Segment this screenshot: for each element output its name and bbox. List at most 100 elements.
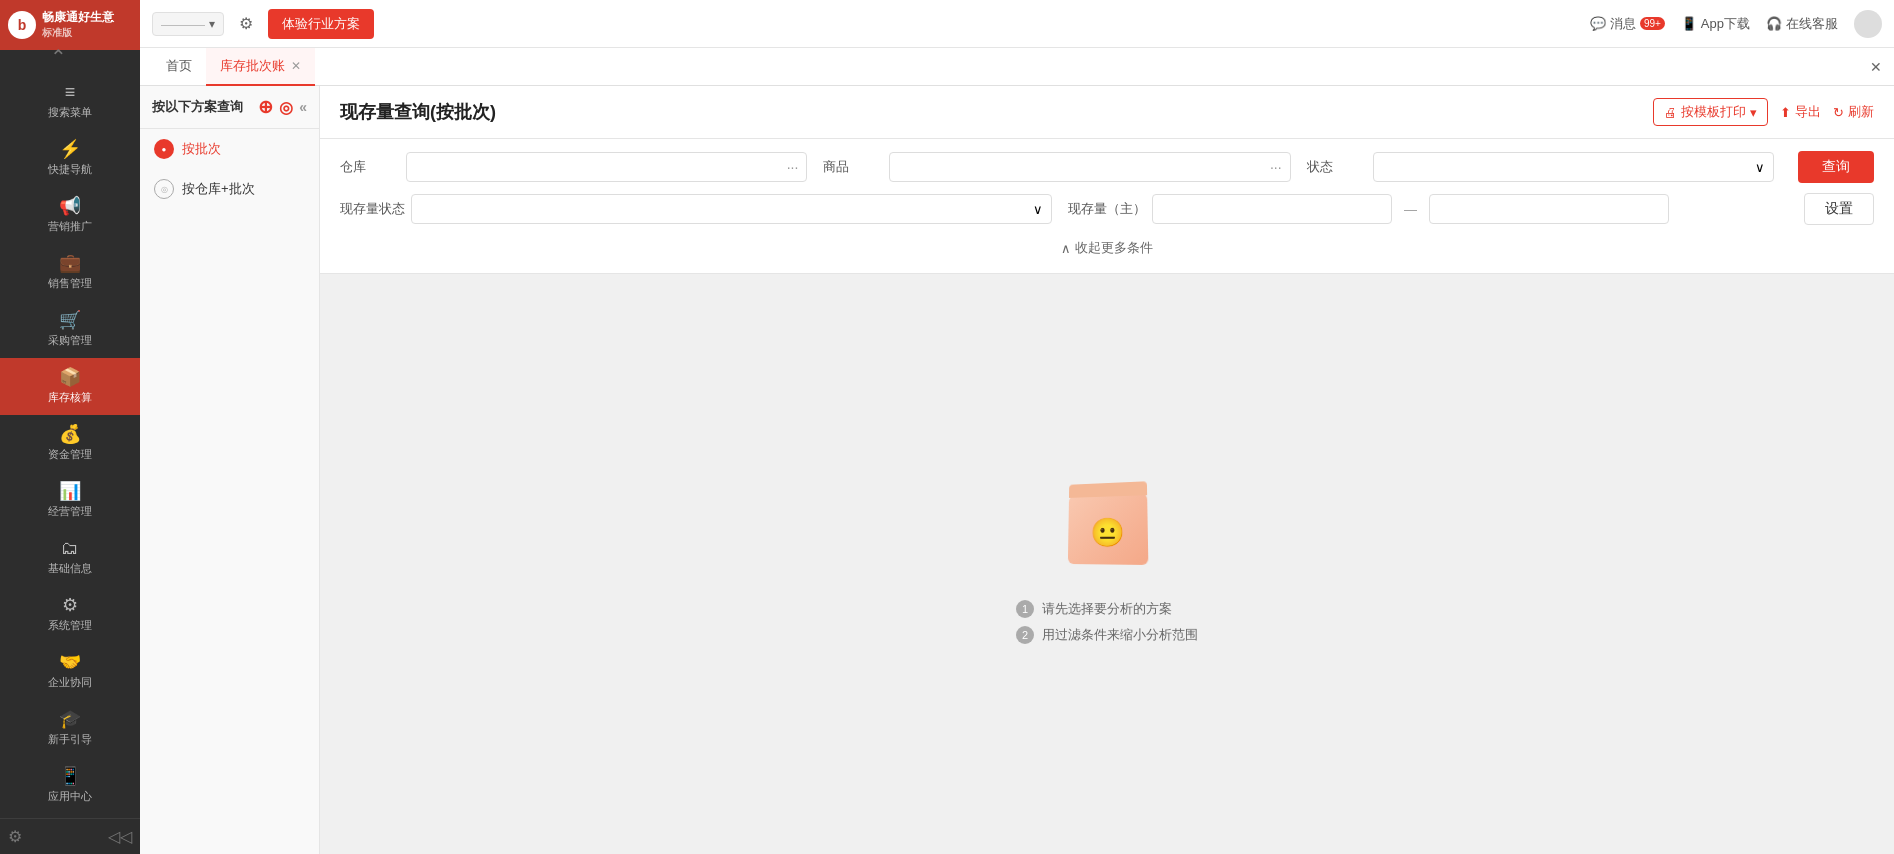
sidebar-item-finance[interactable]: 💰 资金管理 bbox=[0, 415, 140, 472]
app-download-label: App下载 bbox=[1701, 15, 1750, 33]
scheme-by-batch[interactable]: ● 按批次 bbox=[140, 129, 319, 169]
sidebar-item-search[interactable]: ≡ 搜索菜单 bbox=[0, 73, 140, 130]
refresh-icon: ↻ bbox=[1833, 105, 1844, 120]
right-panel: 现存量查询(按批次) 🖨 按模板打印 ▾ ⬆ 导出 ↻ 刷新 bbox=[320, 86, 1894, 854]
status-filter-select[interactable]: ∨ bbox=[1373, 152, 1774, 182]
sidebar-purchase-label: 采购管理 bbox=[48, 333, 92, 348]
sidebar-item-operations[interactable]: 📊 经营管理 bbox=[0, 472, 140, 529]
sidebar-item-newbie[interactable]: 🎓 新手引导 bbox=[0, 700, 140, 757]
settings-button[interactable]: 设置 bbox=[1804, 193, 1874, 225]
finance-icon: 💰 bbox=[59, 425, 81, 443]
breadcrumb-chevron-icon: ▾ bbox=[209, 17, 215, 31]
product-dots-icon[interactable]: ··· bbox=[1270, 159, 1282, 175]
breadcrumb-text: ———— bbox=[161, 18, 205, 30]
print-chevron-icon: ▾ bbox=[1750, 105, 1757, 120]
collapse-sidebar-icon[interactable]: ◁◁ bbox=[108, 827, 132, 846]
top-bar: ———— ▾ ⚙ 体验行业方案 💬 消息 99+ 📱 App下载 🎧 在线客服 bbox=[140, 0, 1894, 48]
inventory-qty-from-input[interactable] bbox=[1152, 194, 1392, 224]
sidebar-quick-nav-label: 快捷导航 bbox=[48, 162, 92, 177]
export-icon: ⬆ bbox=[1780, 105, 1791, 120]
sidebar-item-purchase[interactable]: 🛒 采购管理 bbox=[0, 301, 140, 358]
warehouse-filter-label: 仓库 bbox=[340, 158, 400, 176]
settings-footer-icon[interactable]: ⚙ bbox=[8, 827, 22, 846]
product-filter-field: 商品 ··· bbox=[823, 152, 1290, 182]
warehouse-dots-icon[interactable]: ··· bbox=[787, 159, 799, 175]
message-button[interactable]: 💬 消息 99+ bbox=[1590, 15, 1665, 33]
inventory-status-filter-field: 现存量状态 ∨ bbox=[340, 194, 1052, 224]
page-header: 现存量查询(按批次) 🖨 按模板打印 ▾ ⬆ 导出 ↻ 刷新 bbox=[320, 86, 1894, 139]
settings-gear-button[interactable]: ⚙ bbox=[232, 10, 260, 38]
app-title-block: 畅康通好生意 标准版 bbox=[42, 10, 114, 40]
scheme-by-batch-icon: ● bbox=[154, 139, 174, 159]
top-bar-right: 💬 消息 99+ 📱 App下载 🎧 在线客服 bbox=[1590, 10, 1882, 38]
scheme-settings-icon[interactable]: ◎ bbox=[279, 98, 293, 117]
product-filter-label: 商品 bbox=[823, 158, 883, 176]
tab-home[interactable]: 首页 bbox=[152, 48, 206, 86]
content-area: 按以下方案查询 ⊕ ◎ « ● 按批次 ◎ 按仓库+批次 现存量查询(按批次) bbox=[140, 86, 1894, 854]
product-filter-input[interactable]: ··· bbox=[889, 152, 1290, 182]
collapse-filter-button[interactable]: ∧ 收起更多条件 bbox=[340, 235, 1874, 261]
sidebar-finance-label: 资金管理 bbox=[48, 447, 92, 462]
page-title: 现存量查询(按批次) bbox=[340, 100, 496, 124]
empty-illustration: 😐 bbox=[1057, 484, 1157, 584]
sidebar-item-basics[interactable]: 🗂 基础信息 bbox=[0, 529, 140, 586]
refresh-label: 刷新 bbox=[1848, 103, 1874, 121]
sidebar-enterprise-label: 企业协同 bbox=[48, 675, 92, 690]
warehouse-filter-input[interactable]: ··· bbox=[406, 152, 807, 182]
status-filter-label: 状态 bbox=[1307, 158, 1367, 176]
sidebar-newbie-label: 新手引导 bbox=[48, 732, 92, 747]
sidebar-header: b 畅康通好生意 标准版 bbox=[0, 0, 140, 50]
tab-home-label: 首页 bbox=[166, 57, 192, 75]
app-download-button[interactable]: 📱 App下载 bbox=[1681, 15, 1750, 33]
close-panel-icon: ✕ bbox=[1870, 59, 1882, 75]
query-button[interactable]: 查询 bbox=[1798, 151, 1874, 183]
sidebar-item-quick-nav[interactable]: ⚡ 快捷导航 bbox=[0, 130, 140, 187]
sidebar-item-enterprise[interactable]: 🤝 企业协同 bbox=[0, 643, 140, 700]
print-label: 按模板打印 bbox=[1681, 103, 1746, 121]
sidebar-basics-label: 基础信息 bbox=[48, 561, 92, 576]
sidebar-item-inventory[interactable]: 📦 库存核算 bbox=[0, 358, 140, 415]
inventory-qty-to-input[interactable] bbox=[1429, 194, 1669, 224]
purchase-icon: 🛒 bbox=[59, 311, 81, 329]
scheme-by-warehouse-batch[interactable]: ◎ 按仓库+批次 bbox=[140, 169, 319, 209]
scheme-by-warehouse-batch-icon: ◎ bbox=[154, 179, 174, 199]
empty-tip-1: 1 请先选择要分析的方案 bbox=[1016, 600, 1198, 618]
user-avatar[interactable] bbox=[1854, 10, 1882, 38]
sidebar-footer: ⚙ ◁◁ bbox=[0, 818, 140, 854]
status-filter-field: 状态 ∨ bbox=[1307, 152, 1774, 182]
app-download-icon: 📱 bbox=[1681, 16, 1697, 31]
message-badge: 99+ bbox=[1640, 17, 1665, 30]
status-chevron-icon: ∨ bbox=[1755, 160, 1765, 175]
gear-icon: ⚙ bbox=[239, 14, 253, 33]
sidebar-item-system[interactable]: ⚙ 系统管理 bbox=[0, 586, 140, 643]
tab-bar: 首页 库存批次账 ✕ ✕ bbox=[140, 48, 1894, 86]
tab-panel-close-button[interactable]: ✕ bbox=[1870, 59, 1882, 75]
inventory-status-select[interactable]: ∨ bbox=[411, 194, 1052, 224]
empty-box: 😐 bbox=[1068, 493, 1149, 565]
sidebar-item-marketing[interactable]: 📢 营销推广 bbox=[0, 187, 140, 244]
sidebar-item-sales[interactable]: 💼 销售管理 bbox=[0, 244, 140, 301]
print-button[interactable]: 🖨 按模板打印 ▾ bbox=[1653, 98, 1768, 126]
filter-row-1: 仓库 ··· 商品 ··· 状态 bbox=[340, 151, 1874, 183]
sales-icon: 💼 bbox=[59, 254, 81, 272]
newbie-icon: 🎓 bbox=[59, 710, 81, 728]
tab-inventory-batch[interactable]: 库存批次账 ✕ bbox=[206, 48, 315, 86]
export-button[interactable]: ⬆ 导出 bbox=[1780, 103, 1821, 121]
export-label: 导出 bbox=[1795, 103, 1821, 121]
sidebar-app-center-label: 应用中心 bbox=[48, 789, 92, 804]
system-icon: ⚙ bbox=[62, 596, 78, 614]
inventory-icon: 📦 bbox=[59, 368, 81, 386]
add-scheme-icon[interactable]: ⊕ bbox=[258, 96, 273, 118]
refresh-button[interactable]: ↻ 刷新 bbox=[1833, 103, 1874, 121]
trial-industry-button[interactable]: 体验行业方案 bbox=[268, 9, 374, 39]
sidebar-item-app-center[interactable]: 📱 应用中心 bbox=[0, 757, 140, 814]
online-service-button[interactable]: 🎧 在线客服 bbox=[1766, 15, 1838, 33]
search-menu-icon: ≡ bbox=[65, 83, 76, 101]
enterprise-icon: 🤝 bbox=[59, 653, 81, 671]
filter-row-2: 现存量状态 ∨ 现存量（主） — 设置 bbox=[340, 193, 1874, 225]
tab-inventory-batch-label: 库存批次账 bbox=[220, 57, 285, 75]
tab-close-icon[interactable]: ✕ bbox=[291, 59, 301, 73]
marketing-icon: 📢 bbox=[59, 197, 81, 215]
breadcrumb-dropdown[interactable]: ———— ▾ bbox=[152, 12, 224, 36]
collapse-panel-icon[interactable]: « bbox=[299, 99, 307, 115]
